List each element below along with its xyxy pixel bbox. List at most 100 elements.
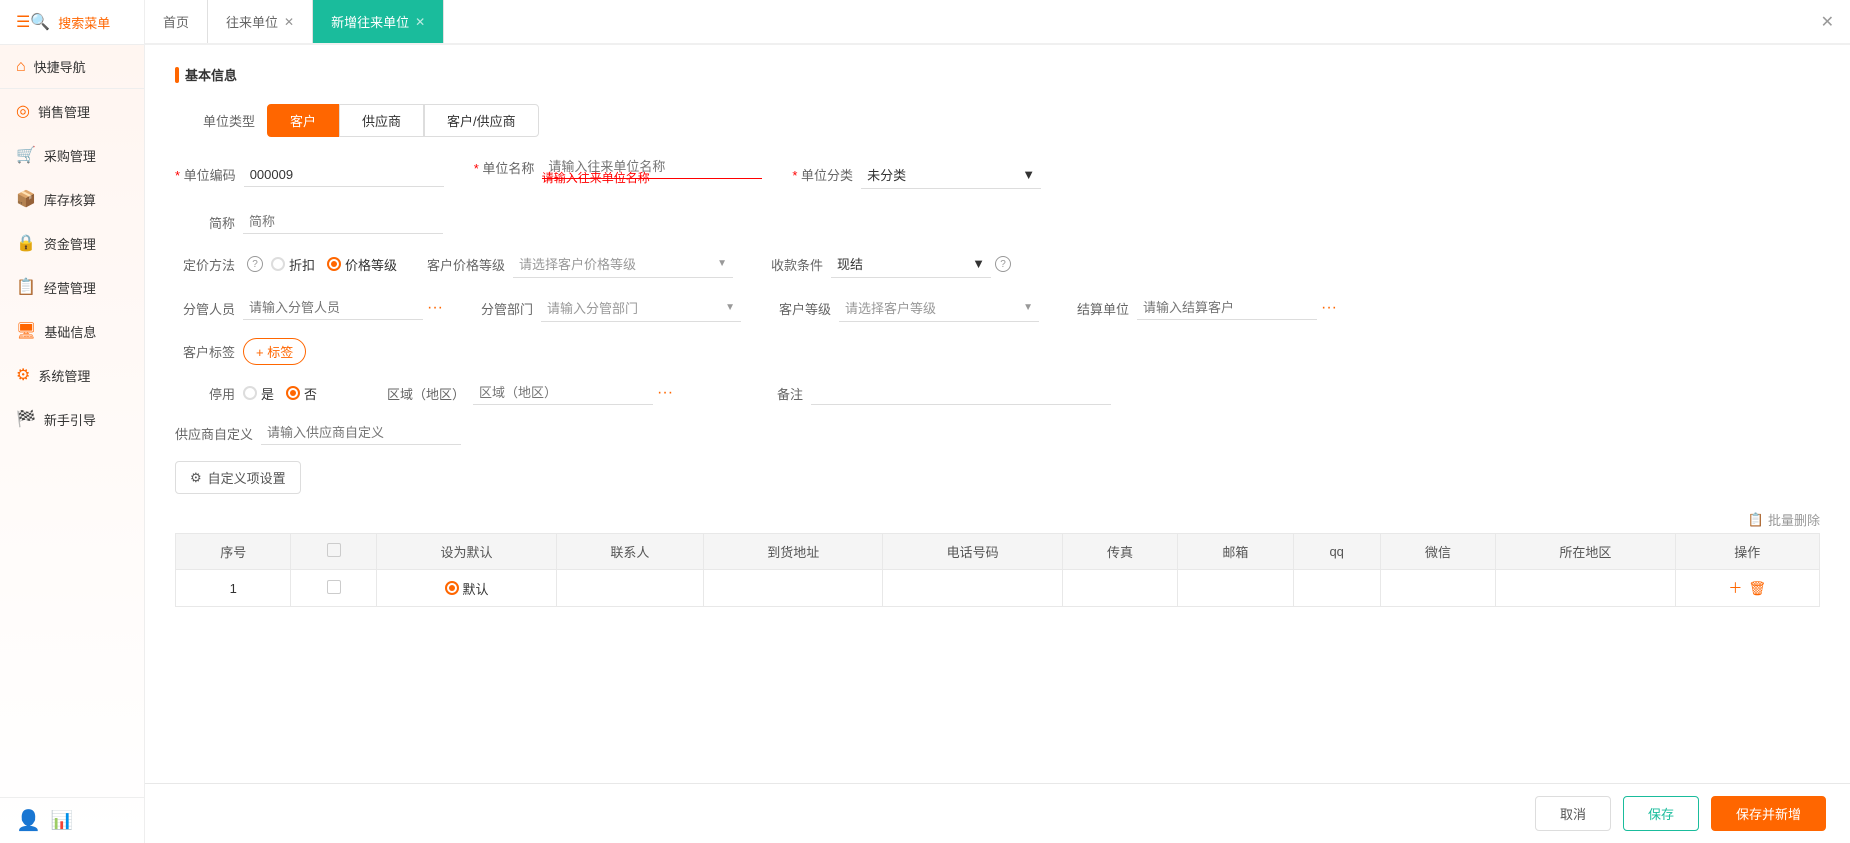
- custom-settings-button[interactable]: ⚙ 自定义项设置: [175, 461, 301, 494]
- payment-term-help-icon[interactable]: ?: [995, 256, 1011, 272]
- disabled-field: 停用 是 否: [175, 384, 317, 403]
- td-fax: [1062, 570, 1177, 607]
- unit-category-select[interactable]: 未分类 ▼: [861, 161, 1041, 189]
- pricing-radio-discount[interactable]: 折扣: [271, 255, 315, 274]
- tab-close-new-contact[interactable]: ✕: [415, 15, 425, 29]
- sidebar-item-basic[interactable]: 🖥 基础信息: [0, 309, 144, 353]
- pricing-radio-level[interactable]: 价格等级: [327, 255, 397, 274]
- td-checkbox: [291, 570, 377, 607]
- add-tag-button[interactable]: + 标签: [243, 338, 306, 365]
- customer-level-select[interactable]: 请选择客户等级 ▼: [839, 294, 1039, 322]
- customer-price-level-select[interactable]: 请选择客户价格等级 ▼: [513, 250, 733, 278]
- supplier-custom-input[interactable]: [261, 421, 461, 445]
- payment-term-field: 收款条件 现结 ▼ ?: [763, 250, 1011, 278]
- sidebar-item-inventory[interactable]: 📦 库存核算: [0, 177, 144, 221]
- form-row-tags: 客户标签 + 标签: [175, 338, 1820, 365]
- pricing-radio-circle-discount: [271, 257, 285, 271]
- basic-icon: 🖥: [16, 321, 36, 341]
- manager-dots-btn[interactable]: ···: [427, 299, 443, 317]
- region-field: 区域（地区） ···: [387, 381, 673, 405]
- tab-bar: 首页 往来单位 ✕ 新增往来单位 ✕ ✕: [145, 0, 1850, 45]
- sidebar-item-label: 销售管理: [38, 102, 90, 121]
- sidebar-item-sales[interactable]: ◎ 销售管理: [0, 89, 144, 133]
- td-email: [1178, 570, 1293, 607]
- disabled-radio-label-yes: 是: [261, 384, 274, 403]
- disabled-radio-label-no: 否: [304, 384, 317, 403]
- manager-label: 分管人员: [175, 299, 235, 318]
- sidebar-item-label: 快捷导航: [34, 57, 86, 76]
- region-label: 区域（地区）: [387, 384, 465, 403]
- row-checkbox[interactable]: [327, 580, 341, 594]
- unit-category-value: 未分类: [867, 165, 906, 184]
- sidebar-item-label: 新手引导: [44, 410, 96, 429]
- customer-price-level-label: 客户价格等级: [427, 255, 505, 274]
- unit-code-label: 单位编码: [175, 165, 236, 184]
- inventory-icon: 📦: [16, 189, 36, 209]
- sidebar-item-guide[interactable]: 🏁 新手引导: [0, 397, 144, 441]
- th-contact: 联系人: [556, 534, 703, 570]
- remark-input[interactable]: [811, 381, 1111, 405]
- customer-price-level-field: 客户价格等级 请选择客户价格等级 ▼: [427, 250, 733, 278]
- pricing-help-icon[interactable]: ?: [247, 256, 263, 272]
- sidebar-item-purchase[interactable]: 🛒 采购管理: [0, 133, 144, 177]
- batch-delete-label[interactable]: 批量删除: [1768, 510, 1820, 529]
- search-icon: ☰🔍: [16, 12, 50, 32]
- unit-code-input[interactable]: [244, 163, 444, 187]
- cancel-button[interactable]: 取消: [1535, 796, 1611, 831]
- pricing-radio-label-level: 价格等级: [345, 255, 397, 274]
- disabled-radio-circle-no: [286, 386, 300, 400]
- purchase-icon: 🛒: [16, 145, 36, 165]
- type-btn-customer[interactable]: 客户: [267, 104, 339, 137]
- user-avatar-icon: 👤: [16, 808, 41, 833]
- sidebar-item-label: 基础信息: [44, 322, 96, 341]
- form-row-abbr: 简称: [175, 210, 1820, 234]
- unit-category-arrow: ▼: [1022, 167, 1035, 182]
- department-select[interactable]: 请输入分管部门 ▼: [541, 294, 741, 322]
- settlement-unit-input[interactable]: [1137, 296, 1317, 320]
- td-address: [704, 570, 883, 607]
- tab-home[interactable]: 首页: [145, 0, 208, 43]
- add-row-icon[interactable]: ＋: [1728, 578, 1742, 598]
- disabled-radio-yes[interactable]: 是: [243, 384, 274, 403]
- sidebar-item-funds[interactable]: 🔒 资金管理: [0, 221, 144, 265]
- pricing-radio-label-discount: 折扣: [289, 255, 315, 274]
- delete-row-icon[interactable]: 🗑: [1748, 580, 1766, 597]
- th-qq: qq: [1293, 534, 1380, 570]
- region-input[interactable]: [473, 381, 653, 405]
- default-radio[interactable]: 默认: [387, 579, 545, 598]
- abbr-label: 简称: [175, 213, 235, 232]
- form-row-basic: 单位编码 单位名称 请输入往来单位名称 单位分类 未分类 ▼: [175, 155, 1820, 194]
- disabled-radio-no[interactable]: 否: [286, 384, 317, 403]
- sidebar-item-system[interactable]: ⚙ 系统管理: [0, 353, 144, 397]
- settlement-unit-dots-btn[interactable]: ···: [1321, 299, 1337, 317]
- unit-type-label: 单位类型: [175, 111, 255, 130]
- department-placeholder: 请输入分管部门: [547, 298, 638, 317]
- manager-input[interactable]: [243, 296, 423, 320]
- tab-contacts[interactable]: 往来单位 ✕: [208, 0, 313, 43]
- type-btn-both[interactable]: 客户/供应商: [424, 104, 539, 137]
- sidebar-item-ops[interactable]: 📋 经营管理: [0, 265, 144, 309]
- save-and-new-button[interactable]: 保存并新增: [1711, 796, 1826, 831]
- tab-label: 往来单位: [226, 12, 278, 31]
- home-icon: ⌂: [16, 58, 26, 76]
- funds-icon: 🔒: [16, 233, 36, 253]
- region-dots-btn[interactable]: ···: [657, 384, 673, 402]
- department-label: 分管部门: [473, 299, 533, 318]
- select-all-checkbox[interactable]: [327, 543, 341, 557]
- sidebar-item-label: 系统管理: [38, 366, 90, 385]
- pricing-radio-circle-level: [327, 257, 341, 271]
- batch-delete-area: 📋 批量删除: [175, 510, 1820, 529]
- sidebar-item-label: 搜索菜单: [58, 13, 110, 32]
- window-close-button[interactable]: ✕: [1805, 12, 1850, 32]
- customer-level-placeholder: 请选择客户等级: [845, 298, 936, 317]
- save-button[interactable]: 保存: [1623, 796, 1699, 831]
- tab-close-contacts[interactable]: ✕: [284, 15, 294, 29]
- abbr-input[interactable]: [243, 210, 443, 234]
- payment-term-select[interactable]: 现结 ▼: [831, 250, 991, 278]
- sidebar-item-quick-nav[interactable]: ⌂ 快捷导航: [0, 45, 144, 88]
- tab-new-contact[interactable]: 新增往来单位 ✕: [313, 0, 444, 43]
- type-btn-supplier[interactable]: 供应商: [339, 104, 424, 137]
- sidebar-item-search[interactable]: ☰🔍 搜索菜单: [0, 0, 144, 45]
- pricing-method-field: 定价方法 ? 折扣 价格等级: [175, 255, 397, 274]
- td-default: 默认: [377, 570, 556, 607]
